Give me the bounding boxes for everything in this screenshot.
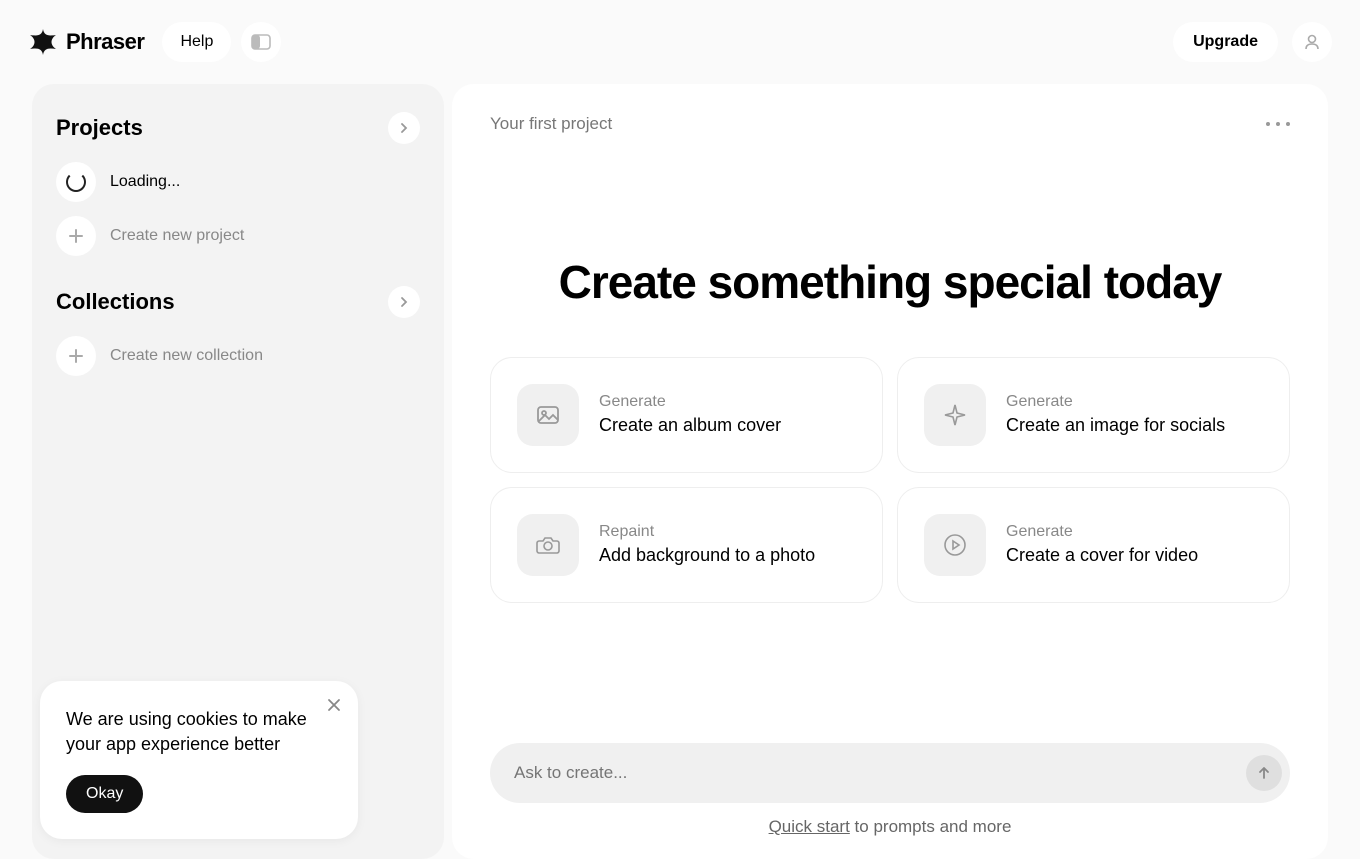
projects-heading: Projects: [56, 115, 143, 141]
cookie-banner: We are using cookies to make your app ex…: [40, 681, 358, 839]
quick-start-rest: to prompts and more: [850, 817, 1012, 836]
card-video-cover[interactable]: Generate Create a cover for video: [897, 487, 1290, 603]
quick-start-line: Quick start to prompts and more: [490, 817, 1290, 837]
logo-asterisk-icon: [28, 27, 58, 57]
prompt-input[interactable]: [514, 763, 1246, 783]
more-menu-button[interactable]: [1266, 122, 1290, 126]
project-loading-item: Loading...: [56, 162, 420, 202]
help-button[interactable]: Help: [162, 22, 231, 62]
project-title: Your first project: [490, 114, 612, 134]
sidebar: Projects Loading... Create new project C…: [32, 84, 444, 859]
panel-toggle-icon: [251, 34, 271, 50]
prompt-bar: [490, 743, 1290, 803]
card-title: Create a cover for video: [1006, 545, 1198, 566]
quick-start-link[interactable]: Quick start: [769, 817, 850, 836]
loading-label: Loading...: [110, 173, 180, 191]
card-eyebrow: Generate: [1006, 393, 1225, 411]
collections-heading: Collections: [56, 289, 175, 315]
card-eyebrow: Generate: [1006, 523, 1198, 541]
create-collection-label: Create new collection: [110, 347, 263, 365]
create-project-button[interactable]: Create new project: [56, 216, 420, 256]
card-title: Add background to a photo: [599, 545, 815, 566]
play-icon: [924, 514, 986, 576]
upgrade-button[interactable]: Upgrade: [1173, 22, 1278, 62]
card-eyebrow: Repaint: [599, 523, 815, 541]
loading-spinner-icon: [56, 162, 96, 202]
user-icon: [1303, 33, 1321, 51]
card-socials-image[interactable]: Generate Create an image for socials: [897, 357, 1290, 473]
image-icon: [517, 384, 579, 446]
cookie-okay-button[interactable]: Okay: [66, 775, 143, 813]
create-project-label: Create new project: [110, 227, 244, 245]
send-button[interactable]: [1246, 755, 1282, 791]
card-repaint-background[interactable]: Repaint Add background to a photo: [490, 487, 883, 603]
logo-text: Phraser: [66, 29, 144, 55]
close-icon: [326, 697, 342, 713]
plus-icon: [56, 216, 96, 256]
main-panel: Your first project Create something spec…: [452, 84, 1328, 859]
card-title: Create an album cover: [599, 415, 781, 436]
topbar: Phraser Help Upgrade: [0, 0, 1360, 84]
card-album-cover[interactable]: Generate Create an album cover: [490, 357, 883, 473]
cookie-close-button[interactable]: [326, 697, 342, 718]
cookie-text: We are using cookies to make your app ex…: [66, 707, 332, 757]
sidebar-toggle-button[interactable]: [241, 22, 281, 62]
chevron-right-icon: [397, 121, 411, 135]
hero-heading: Create something special today: [559, 255, 1222, 309]
account-button[interactable]: [1292, 22, 1332, 62]
arrow-up-icon: [1256, 765, 1272, 781]
logo[interactable]: Phraser: [28, 27, 144, 57]
card-title: Create an image for socials: [1006, 415, 1225, 436]
card-eyebrow: Generate: [599, 393, 781, 411]
projects-expand-button[interactable]: [388, 112, 420, 144]
sparkle-icon: [924, 384, 986, 446]
camera-icon: [517, 514, 579, 576]
create-collection-button[interactable]: Create new collection: [56, 336, 420, 376]
collections-expand-button[interactable]: [388, 286, 420, 318]
plus-icon: [56, 336, 96, 376]
chevron-right-icon: [397, 295, 411, 309]
suggestion-cards: Generate Create an album cover Generate …: [490, 357, 1290, 603]
